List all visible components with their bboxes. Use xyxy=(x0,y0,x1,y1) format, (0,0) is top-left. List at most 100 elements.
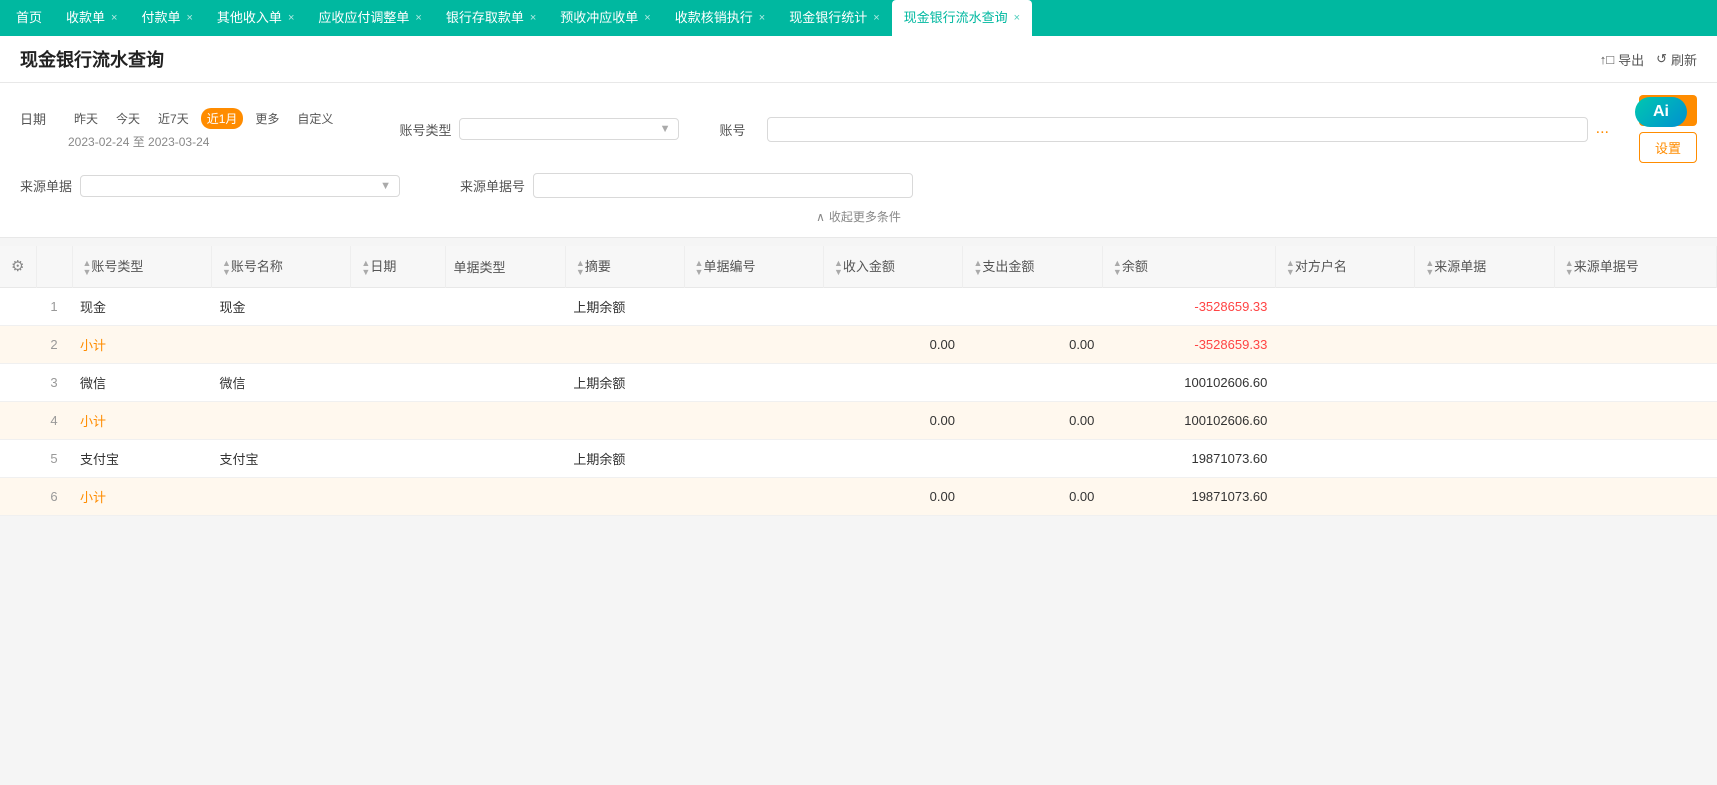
tab-close-icon[interactable]: × xyxy=(288,0,294,36)
tab-close-icon[interactable]: × xyxy=(644,0,650,36)
account-input[interactable] xyxy=(767,117,1587,142)
date-shortcut-button[interactable]: 今天 xyxy=(110,108,146,129)
nav-home[interactable]: 首页 xyxy=(4,0,54,36)
row-index: 5 xyxy=(36,439,72,477)
tab-close-icon[interactable]: × xyxy=(111,0,117,36)
row-index: 4 xyxy=(36,401,72,439)
home-label: 首页 xyxy=(16,0,42,36)
account-type-label: 账号类型 xyxy=(399,120,451,139)
refresh-button[interactable]: ↺ 刷新 xyxy=(1656,50,1697,69)
tab-close-icon[interactable]: × xyxy=(186,0,192,36)
cell-doc_no xyxy=(684,401,823,439)
cell-expense: 0.00 xyxy=(963,325,1102,363)
date-shortcut-button[interactable]: 近1月 xyxy=(201,108,244,129)
cell-expense xyxy=(963,287,1102,325)
cell-income: 0.00 xyxy=(824,325,963,363)
export-icon: ↑□ xyxy=(1600,52,1614,67)
table-col-account_type[interactable]: ▲▼账号类型 xyxy=(72,246,211,287)
cell-doc_no xyxy=(684,477,823,515)
cell-account_name xyxy=(211,401,350,439)
table-col-idx xyxy=(36,246,72,287)
date-shortcut-button[interactable]: 昨天 xyxy=(68,108,104,129)
tab-close-icon[interactable]: × xyxy=(530,0,536,36)
nav-tab[interactable]: 银行存取款单× xyxy=(434,0,548,36)
cell-account_type: 小计 xyxy=(72,477,211,515)
row-index: 6 xyxy=(36,477,72,515)
date-shortcut-button[interactable]: 近7天 xyxy=(152,108,195,129)
nav-tab[interactable]: 收款核销执行× xyxy=(663,0,777,36)
nav-tab[interactable]: 现金银行统计× xyxy=(777,0,891,36)
row-index: 3 xyxy=(36,363,72,401)
source-doc-select[interactable]: ▼ xyxy=(80,175,400,197)
table-col-summary[interactable]: ▲▼摘要 xyxy=(565,246,684,287)
cell-income: 0.00 xyxy=(824,477,963,515)
table-col-doc_no[interactable]: ▲▼单据编号 xyxy=(684,246,823,287)
tab-label: 应收应付调整单 xyxy=(318,0,409,36)
settings-button[interactable]: 设置 xyxy=(1639,132,1697,163)
nav-tab[interactable]: 预收冲应收单× xyxy=(548,0,662,36)
table-col-income[interactable]: ▲▼收入金额 xyxy=(824,246,963,287)
nav-tab[interactable]: 其他收入单× xyxy=(205,0,306,36)
cell-expense: 0.00 xyxy=(963,477,1102,515)
account-dots-button[interactable]: ... xyxy=(1596,120,1609,138)
table-row: 6小计0.000.0019871073.60 xyxy=(0,477,1717,515)
cell-doc_type xyxy=(445,287,565,325)
tab-close-icon[interactable]: × xyxy=(759,0,765,36)
gear-icon[interactable]: ⚙ xyxy=(11,258,24,275)
table-col-account_name[interactable]: ▲▼账号名称 xyxy=(211,246,350,287)
export-button[interactable]: ↑□ 导出 xyxy=(1600,50,1644,69)
cell-summary: 上期余额 xyxy=(565,439,684,477)
collapse-bar: ∧ 收起更多条件 xyxy=(20,208,1697,225)
nav-tab[interactable]: 付款单× xyxy=(129,0,204,36)
collapse-up-icon: ∧ xyxy=(816,210,825,224)
tab-label: 银行存取款单 xyxy=(446,0,524,36)
cell-source_doc xyxy=(1415,363,1554,401)
table-col-date[interactable]: ▲▼日期 xyxy=(351,246,445,287)
row-gear xyxy=(0,325,36,363)
source-doc-no-label: 来源单据号 xyxy=(460,176,525,195)
cell-summary xyxy=(565,477,684,515)
table-col-counterparty[interactable]: ▲▼对方户名 xyxy=(1275,246,1414,287)
source-doc-no-input[interactable] xyxy=(533,173,913,198)
cell-doc_type xyxy=(445,439,565,477)
filter-area: 日期 昨天今天近7天近1月更多自定义 2023-02-24 至 2023-03-… xyxy=(0,83,1717,238)
cell-date xyxy=(351,287,445,325)
table-col-source_doc_no[interactable]: ▲▼来源单据号 xyxy=(1554,246,1716,287)
nav-tab[interactable]: 收款单× xyxy=(54,0,129,36)
table-col-expense[interactable]: ▲▼支出金额 xyxy=(963,246,1102,287)
table-container: ⚙▲▼账号类型▲▼账号名称▲▼日期单据类型▲▼摘要▲▼单据编号▲▼收入金额▲▼支… xyxy=(0,246,1717,516)
table-row: 5支付宝支付宝上期余额19871073.60 xyxy=(0,439,1717,477)
cell-doc_no xyxy=(684,439,823,477)
cell-account_type: 小计 xyxy=(72,325,211,363)
cell-income: 0.00 xyxy=(824,401,963,439)
cell-balance: 100102606.60 xyxy=(1102,401,1275,439)
cell-balance: 19871073.60 xyxy=(1102,477,1275,515)
account-type-filter: 账号类型 ▼ xyxy=(399,118,679,140)
table-col-balance[interactable]: ▲▼余额 xyxy=(1102,246,1275,287)
cell-source_doc_no xyxy=(1554,363,1716,401)
tab-close-icon[interactable]: × xyxy=(415,0,421,36)
row-gear xyxy=(0,439,36,477)
date-shortcut-button[interactable]: 更多 xyxy=(249,108,285,129)
date-shortcut-button[interactable]: 自定义 xyxy=(291,108,339,129)
sort-icon: ▲▼ xyxy=(1286,259,1295,277)
source-doc-no-filter: 来源单据号 xyxy=(460,173,913,198)
ai-badge[interactable]: Ai xyxy=(1635,97,1687,127)
row-gear xyxy=(0,477,36,515)
tab-close-icon[interactable]: × xyxy=(873,0,879,36)
cell-source_doc_no xyxy=(1554,287,1716,325)
tab-close-icon[interactable]: × xyxy=(1014,0,1020,36)
cell-expense xyxy=(963,439,1102,477)
account-type-select[interactable]: ▼ xyxy=(459,118,679,140)
nav-tab[interactable]: 应收应付调整单× xyxy=(306,0,433,36)
source-doc-label: 来源单据 xyxy=(20,176,72,195)
cell-account_type: 现金 xyxy=(72,287,211,325)
table-col-source_doc[interactable]: ▲▼来源单据 xyxy=(1415,246,1554,287)
refresh-icon: ↺ xyxy=(1656,51,1667,67)
nav-tab[interactable]: 现金银行流水查询× xyxy=(892,0,1032,36)
row-gear xyxy=(0,287,36,325)
cell-source_doc xyxy=(1415,287,1554,325)
cell-balance: 19871073.60 xyxy=(1102,439,1275,477)
collapse-button[interactable]: ∧ 收起更多条件 xyxy=(816,208,901,225)
chevron-down-icon: ▼ xyxy=(660,123,671,135)
